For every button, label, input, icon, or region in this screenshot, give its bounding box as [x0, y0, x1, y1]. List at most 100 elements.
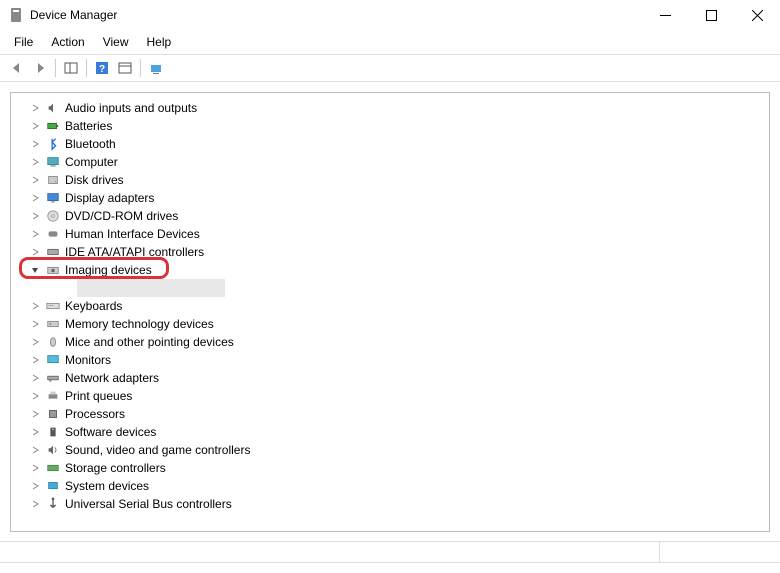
chevron-right-icon[interactable] [29, 498, 41, 510]
toolbar-separator [55, 59, 56, 77]
tree-child-selected[interactable] [77, 279, 225, 297]
tree-node-label: Sound, video and game controllers [65, 443, 250, 457]
tree-node-label: Memory technology devices [65, 317, 214, 331]
chevron-right-icon[interactable] [29, 426, 41, 438]
toolbar: ? [0, 54, 780, 82]
tree-node-label: Mice and other pointing devices [65, 335, 234, 349]
chevron-right-icon[interactable] [29, 174, 41, 186]
tree-node-label: DVD/CD-ROM drives [65, 209, 178, 223]
chevron-right-icon[interactable] [29, 318, 41, 330]
chevron-right-icon[interactable] [29, 156, 41, 168]
tree-node[interactable]: Disk drives [15, 171, 765, 189]
tree-node-label: System devices [65, 479, 149, 493]
monitor-icon [45, 352, 61, 368]
display-icon [45, 190, 61, 206]
tree-node[interactable]: Print queues [15, 387, 765, 405]
chevron-right-icon[interactable] [29, 462, 41, 474]
chevron-right-icon[interactable] [29, 102, 41, 114]
tree-node-label: Print queues [65, 389, 132, 403]
chevron-right-icon[interactable] [29, 228, 41, 240]
tree-node[interactable]: Sound, video and game controllers [15, 441, 765, 459]
forward-button[interactable] [29, 57, 51, 79]
tree-node-label: Imaging devices [65, 263, 152, 277]
tree-node[interactable]: Bluetooth [15, 135, 765, 153]
chevron-right-icon[interactable] [29, 390, 41, 402]
tree-node[interactable]: IDE ATA/ATAPI controllers [15, 243, 765, 261]
software-icon [45, 424, 61, 440]
tree-node[interactable]: Network adapters [15, 369, 765, 387]
back-button[interactable] [6, 57, 28, 79]
chevron-right-icon[interactable] [29, 408, 41, 420]
tree-node-label: Processors [65, 407, 125, 421]
tree-node-label: Disk drives [65, 173, 124, 187]
chevron-down-icon[interactable] [29, 264, 41, 276]
tree-node[interactable]: Monitors [15, 351, 765, 369]
tree-node[interactable]: Audio inputs and outputs [15, 99, 765, 117]
close-button[interactable] [734, 0, 780, 30]
tree-node[interactable]: System devices [15, 477, 765, 495]
tree-node-label: Computer [65, 155, 118, 169]
chevron-right-icon[interactable] [29, 138, 41, 150]
tree-node[interactable]: Human Interface Devices [15, 225, 765, 243]
tree-node[interactable]: Memory technology devices [15, 315, 765, 333]
statusbar [0, 541, 780, 563]
maximize-button[interactable] [688, 0, 734, 30]
tree-node[interactable]: Processors [15, 405, 765, 423]
storage-icon [45, 460, 61, 476]
tree-node[interactable]: DVD/CD-ROM drives [15, 207, 765, 225]
tree-node-label: Bluetooth [65, 137, 116, 151]
menu-help[interactable]: Help [139, 32, 180, 52]
tree-node[interactable]: Storage controllers [15, 459, 765, 477]
tree-node[interactable]: Computer [15, 153, 765, 171]
tree-node[interactable]: Mice and other pointing devices [15, 333, 765, 351]
properties-button[interactable] [114, 57, 136, 79]
chevron-right-icon[interactable] [29, 336, 41, 348]
content-area: Audio inputs and outputs Batteries Bluetoo… [0, 82, 780, 542]
app-icon [8, 7, 24, 23]
chevron-right-icon[interactable] [29, 192, 41, 204]
chevron-right-icon[interactable] [29, 372, 41, 384]
toolbar-separator [140, 59, 141, 77]
cpu-icon [45, 406, 61, 422]
show-hide-console-button[interactable] [60, 57, 82, 79]
device-tree[interactable]: Audio inputs and outputs Batteries Bluetoo… [10, 92, 770, 532]
tree-node-label: Display adapters [65, 191, 154, 205]
scan-hardware-button[interactable] [145, 57, 167, 79]
tree-node[interactable]: Keyboards [15, 297, 765, 315]
tree-node-label: IDE ATA/ATAPI controllers [65, 245, 204, 259]
tree-node[interactable]: Software devices [15, 423, 765, 441]
help-button[interactable]: ? [91, 57, 113, 79]
tree-node-label: Universal Serial Bus controllers [65, 497, 232, 511]
chevron-right-icon[interactable] [29, 210, 41, 222]
tree-node-label: Batteries [65, 119, 112, 133]
svg-text:?: ? [99, 64, 105, 75]
ide-icon [45, 244, 61, 260]
tree-node[interactable]: Imaging devices [15, 261, 765, 279]
toolbar-separator [86, 59, 87, 77]
tree-node[interactable]: Display adapters [15, 189, 765, 207]
menu-view[interactable]: View [95, 32, 137, 52]
memory-icon [45, 316, 61, 332]
chevron-right-icon[interactable] [29, 480, 41, 492]
menu-action[interactable]: Action [43, 32, 92, 52]
menubar: File Action View Help [0, 30, 780, 54]
chevron-right-icon[interactable] [29, 246, 41, 258]
chevron-right-icon[interactable] [29, 444, 41, 456]
computer-icon [45, 154, 61, 170]
window-controls [642, 0, 780, 30]
tree-node-label: Audio inputs and outputs [65, 101, 197, 115]
bluetooth-icon [45, 136, 61, 152]
speaker-icon [45, 100, 61, 116]
tree-node[interactable]: Batteries [15, 117, 765, 135]
chevron-right-icon[interactable] [29, 354, 41, 366]
tree-node[interactable]: Universal Serial Bus controllers [15, 495, 765, 513]
chevron-right-icon[interactable] [29, 300, 41, 312]
chevron-right-icon[interactable] [29, 120, 41, 132]
disk-icon [45, 172, 61, 188]
imaging-icon [45, 262, 61, 278]
sound-icon [45, 442, 61, 458]
statusbar-separator [659, 542, 660, 562]
menu-file[interactable]: File [6, 32, 41, 52]
minimize-button[interactable] [642, 0, 688, 30]
tree-node-label: Software devices [65, 425, 156, 439]
